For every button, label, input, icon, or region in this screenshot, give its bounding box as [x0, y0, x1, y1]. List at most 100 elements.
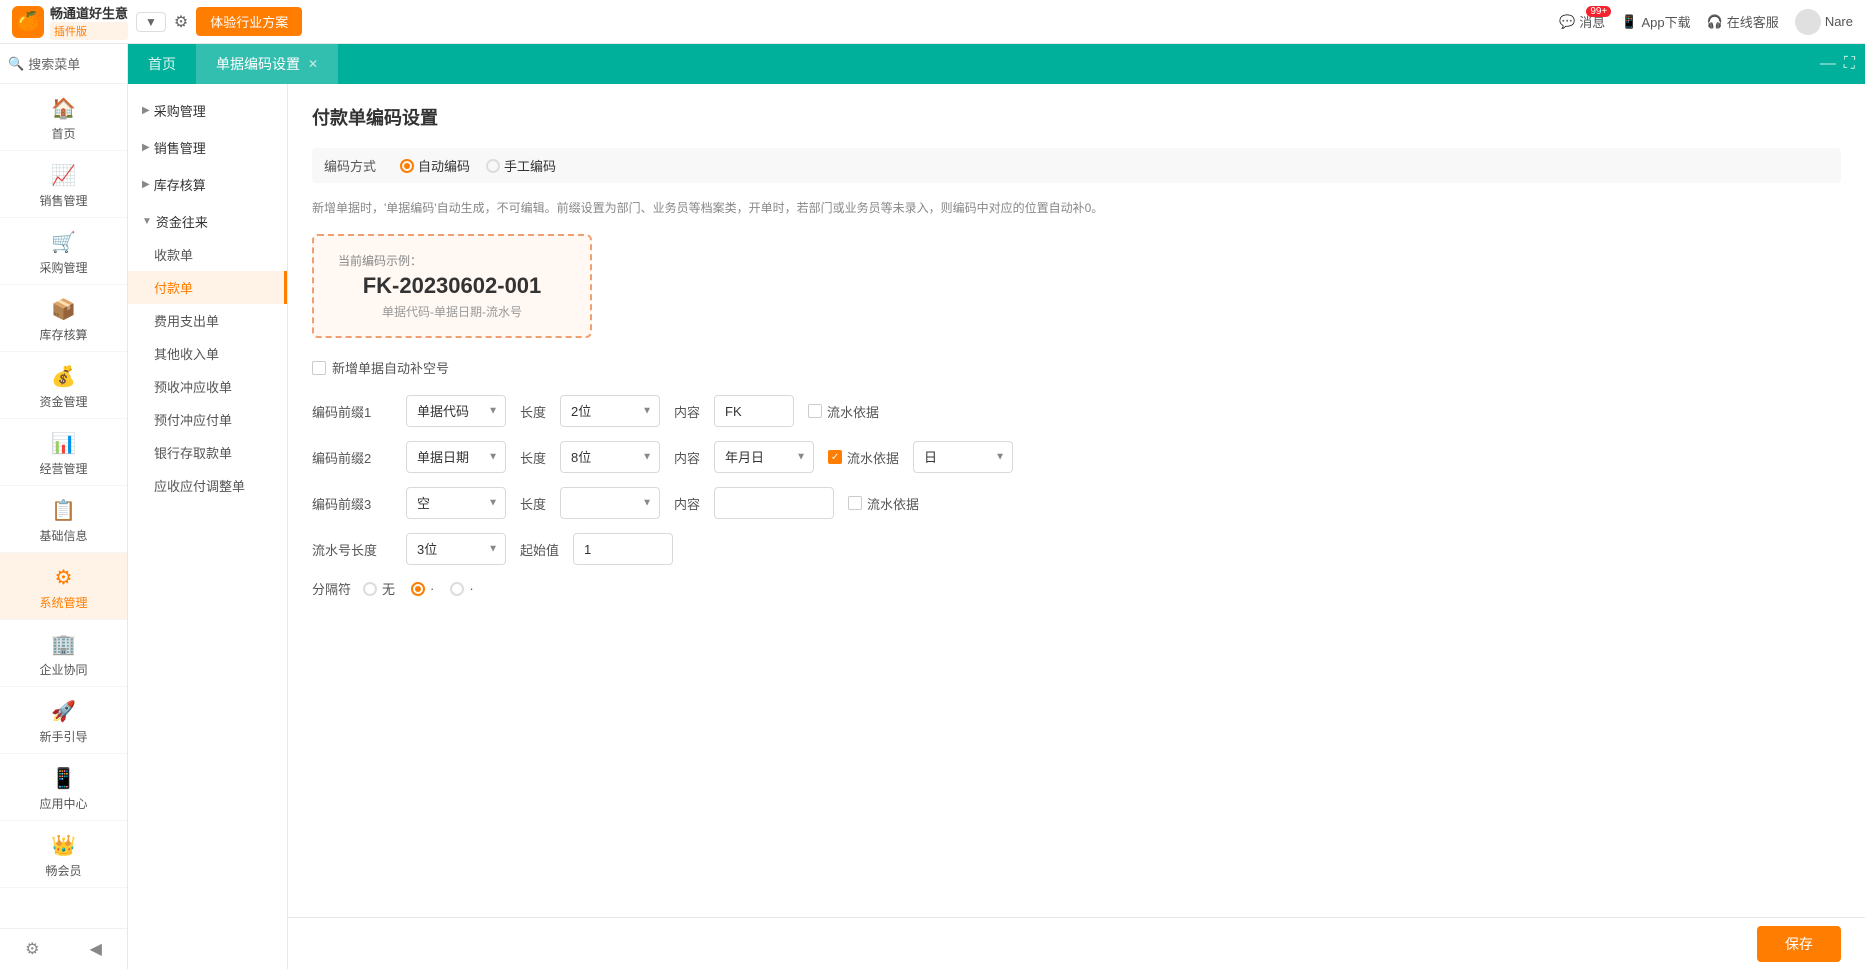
manual-encode-radio[interactable]: 手工编码: [486, 156, 556, 175]
tabbar-expand-icon[interactable]: ⛶: [1844, 55, 1855, 73]
prefix2-select[interactable]: 单据日期: [406, 441, 506, 473]
serial-length-select[interactable]: 3位: [406, 533, 506, 565]
search-icon: 🔍: [8, 56, 24, 72]
prefix2-length-wrap: 8位 ▼: [560, 441, 660, 473]
sidebar-item-apps[interactable]: 📱 应用中心: [0, 754, 127, 821]
sidebar: 🔍 搜索菜单 🏠 首页 📈 销售管理 🛒 采购管理 📦 库存核算 💰: [0, 44, 128, 969]
encode-type-row: 编码方式 自动编码 手工编码: [312, 148, 1841, 183]
prefix2-length-select[interactable]: 8位: [560, 441, 660, 473]
prefix1-content-label: 内容: [674, 402, 700, 421]
prefix1-row: 编码前缀1 单据代码 ▼ 长度 2位 ▼: [312, 395, 1841, 427]
prefix2-length-label: 长度: [520, 448, 546, 467]
left-nav-item-ap-adjust[interactable]: 应收应付调整单: [128, 469, 287, 502]
left-nav-item-receipt[interactable]: 收款单: [128, 238, 287, 271]
prefix2-label: 编码前缀2: [312, 448, 392, 467]
left-nav-purchase-title[interactable]: ▶ 采购管理: [128, 94, 287, 127]
chevron-right-icon: ▶: [142, 142, 150, 153]
sidebar-item-member[interactable]: 👑 畅会员: [0, 821, 127, 888]
prefix2-content-select[interactable]: 年月日: [714, 441, 814, 473]
online-service-btn[interactable]: 🎧 在线客服: [1707, 12, 1779, 31]
logo-text: 畅通道好生意 插件版: [50, 3, 128, 40]
member-icon: 👑: [51, 833, 76, 858]
sidebar-item-guide[interactable]: 🚀 新手引导: [0, 687, 127, 754]
left-nav-funds-title[interactable]: ▼ 资金往来: [128, 205, 287, 238]
settings-icon[interactable]: ⚙: [174, 12, 188, 32]
manual-encode-radio-circle: [486, 159, 500, 173]
left-nav-group-funds: ▼ 资金往来 收款单 付款单 费用支出单 其他收入单 预收冲应收单 预付冲应付单…: [128, 205, 287, 502]
user-menu[interactable]: Nare: [1795, 9, 1853, 35]
prefix2-select-wrap: 单据日期 ▼: [406, 441, 506, 473]
left-nav-group-sales: ▶ 销售管理: [128, 131, 287, 164]
prefix3-select-wrap: 空 ▼: [406, 487, 506, 519]
prefix3-select[interactable]: 空: [406, 487, 506, 519]
service-icon: 🎧: [1707, 14, 1723, 30]
tab-encode-settings[interactable]: 单据编码设置 ✕: [196, 44, 338, 84]
prefix1-select[interactable]: 单据代码: [406, 395, 506, 427]
sep-none-option[interactable]: 无: [363, 579, 395, 598]
auto-fill-label: 新增单据自动补空号: [332, 358, 449, 377]
prefix3-length-wrap: ▼: [560, 487, 660, 519]
prefix1-content-input[interactable]: [714, 395, 794, 427]
sidebar-menu: 🏠 首页 📈 销售管理 🛒 采购管理 📦 库存核算 💰 资金管理 📊 经: [0, 84, 127, 928]
sidebar-item-home[interactable]: 🏠 首页: [0, 84, 127, 151]
radio-group: 自动编码 手工编码: [400, 156, 556, 175]
prefix3-content-label: 内容: [674, 494, 700, 513]
sidebar-collapse-icon[interactable]: ◀: [90, 939, 102, 959]
prefix1-select-wrap: 单据代码 ▼: [406, 395, 506, 427]
chevron-right-icon: ▶: [142, 105, 150, 116]
chevron-right-icon: ▶: [142, 179, 150, 190]
left-nav-inventory-title[interactable]: ▶ 库存核算: [128, 168, 287, 201]
tabbar-minimize-icon[interactable]: —: [1820, 55, 1836, 73]
msg-btn[interactable]: 💬 消息 99+: [1559, 12, 1605, 31]
sep-dash-option[interactable]: ·: [450, 581, 473, 596]
auto-fill-checkbox[interactable]: [312, 361, 326, 375]
sidebar-item-label: 销售管理: [39, 192, 87, 209]
tab-close-icon[interactable]: ✕: [308, 57, 318, 71]
sidebar-item-inventory[interactable]: 📦 库存核算: [0, 285, 127, 352]
prefix3-length-label: 长度: [520, 494, 546, 513]
sidebar-item-basic[interactable]: 📋 基础信息: [0, 486, 127, 553]
sidebar-item-enterprise[interactable]: 🏢 企业协同: [0, 620, 127, 687]
preview-code: FK-20230602-001: [338, 273, 566, 299]
sidebar-item-purchase[interactable]: 🛒 采购管理: [0, 218, 127, 285]
prefix3-watermark-check[interactable]: 流水依据: [848, 494, 919, 513]
app-download-btn[interactable]: 📱 App下载: [1621, 12, 1690, 31]
topbar-left: 🍊 畅通道好生意 插件版 ▼ ⚙ 体验行业方案: [12, 3, 302, 40]
bottom-bar: 保存: [288, 917, 1865, 969]
search-menu[interactable]: 🔍 搜索菜单: [0, 44, 127, 84]
auto-encode-radio[interactable]: 自动编码: [400, 156, 470, 175]
sidebar-item-operation[interactable]: 📊 经营管理: [0, 419, 127, 486]
left-nav-item-bank-deposit[interactable]: 银行存取款单: [128, 436, 287, 469]
prefix2-content-wrap: 年月日 ▼: [714, 441, 814, 473]
tab-encode-label: 单据编码设置: [216, 54, 300, 74]
trial-btn[interactable]: 体验行业方案: [196, 7, 302, 36]
nav-dropdown-btn[interactable]: ▼: [136, 12, 166, 32]
left-nav-item-advance-payment[interactable]: 预付冲应付单: [128, 403, 287, 436]
start-value-input[interactable]: [573, 533, 673, 565]
sidebar-item-finance[interactable]: 💰 资金管理: [0, 352, 127, 419]
save-button[interactable]: 保存: [1757, 926, 1841, 962]
left-nav-item-expense[interactable]: 费用支出单: [128, 304, 287, 337]
prefix3-length-select[interactable]: [560, 487, 660, 519]
sidebar-item-label: 采购管理: [39, 259, 87, 276]
left-nav-item-payment[interactable]: 付款单: [128, 271, 287, 304]
left-nav-item-advance-receipt[interactable]: 预收冲应收单: [128, 370, 287, 403]
sidebar-item-system[interactable]: ⚙ 系统管理: [0, 553, 127, 620]
prefix2-row: 编码前缀2 单据日期 ▼ 长度 8位 ▼: [312, 441, 1841, 473]
prefix1-watermark-check[interactable]: 流水依据: [808, 402, 879, 421]
left-nav-item-other-income[interactable]: 其他收入单: [128, 337, 287, 370]
sidebar-settings-icon[interactable]: ⚙: [25, 939, 39, 959]
sep-dot-option[interactable]: ·: [411, 581, 434, 596]
prefix2-period-select[interactable]: 日: [913, 441, 1013, 473]
prefix2-watermark-check[interactable]: ✓ 流水依据: [828, 448, 899, 467]
left-nav-sales-title[interactable]: ▶ 销售管理: [128, 131, 287, 164]
prefix1-length-select[interactable]: 2位: [560, 395, 660, 427]
content-area: 首页 单据编码设置 ✕ — ⛶ ▶ 采购管理: [128, 44, 1865, 969]
prefix3-content-input[interactable]: [714, 487, 834, 519]
prefix1-length-wrap: 2位 ▼: [560, 395, 660, 427]
sidebar-item-label: 资金管理: [39, 393, 87, 410]
sidebar-item-label: 首页: [51, 125, 75, 142]
tab-home[interactable]: 首页: [128, 44, 196, 84]
sidebar-item-sales[interactable]: 📈 销售管理: [0, 151, 127, 218]
page-content: ▶ 采购管理 ▶ 销售管理 ▶ 库存核算: [128, 84, 1865, 969]
